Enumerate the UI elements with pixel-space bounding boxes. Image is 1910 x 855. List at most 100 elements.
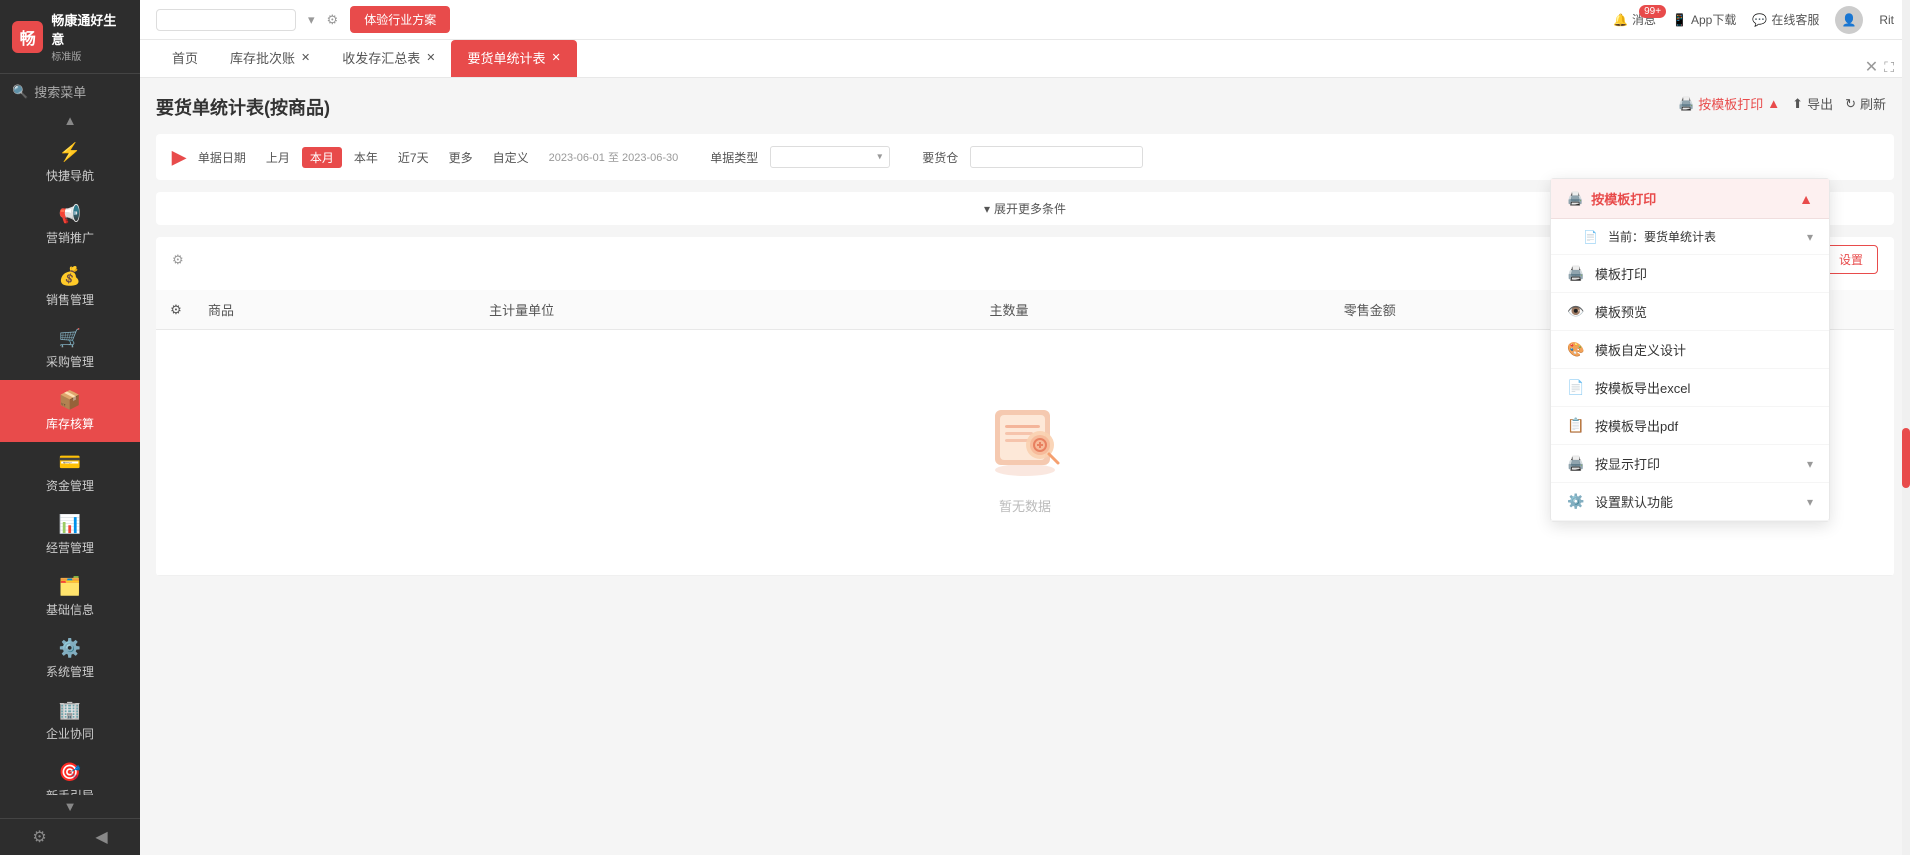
display-print-icon: 🖨️ [1567,455,1585,472]
page-title: 要货单统计表(按商品) [156,94,1894,120]
tabbar: 首页 库存批次账 ✕ 收发存汇总表 ✕ 要货单统计表 ✕ ✕ ⛶ [140,40,1910,78]
empty-illustration [975,390,1075,480]
app-download-item[interactable]: 📱 App下载 [1672,11,1736,28]
scrollbar[interactable] [1902,0,1910,855]
sidebar-item-label: 资金管理 [46,477,94,494]
date-btn-last-month[interactable]: 上月 [258,147,298,168]
avatar[interactable]: 👤 [1835,6,1863,34]
type-filter-wrapper: ▾ [770,146,890,168]
logo-title: 畅康通好生意 [51,10,128,48]
template-export-pdf-icon: 📋 [1567,417,1585,434]
empty-text: 暂无数据 [999,496,1051,515]
topbar-right: 🔔 消息 99+ 📱 App下载 💬 在线客服 👤 Rit [1613,6,1894,34]
topbar-gear-icon[interactable]: ⚙ [327,12,339,28]
date-btn-custom[interactable]: 自定义 [485,147,537,168]
template-print-item[interactable]: 🖨️ 模板打印 [1551,255,1829,293]
search-icon: 🔍 [12,84,28,100]
template-print-label: 模板打印 [1595,264,1647,283]
system-icon: ⚙️ [59,638,81,659]
sidebar-item-quick-nav[interactable]: ⚡ 快捷导航 [0,132,140,194]
sidebar-item-finance[interactable]: 💳 资金管理 [0,442,140,504]
sidebar-item-label: 快捷导航 [46,167,94,184]
settings-btn[interactable]: 设置 [1824,245,1878,274]
display-print-section[interactable]: 🖨️ 按显示打印 ▾ [1551,445,1829,483]
expand-more-btn[interactable]: ▾ 展开更多条件 [984,200,1066,217]
display-print-label: 按显示打印 [1595,454,1660,473]
sidebar-item-marketing[interactable]: 📢 营销推广 [0,194,140,256]
tab-home-label: 首页 [172,48,198,67]
tab-collection-summary-close[interactable]: ✕ [426,51,435,64]
basic-icon: 🗂️ [59,576,81,597]
template-preview-label: 模板预览 [1595,302,1647,321]
quick-nav-icon: ⚡ [59,142,81,163]
tab-order-stats-close[interactable]: ✕ [552,51,561,64]
sidebar-nav: ⚡ 快捷导航 📢 营销推广 💰 销售管理 🛒 采购管理 📦 库存核算 💳 资金管… [0,132,140,795]
tab-order-stats[interactable]: 要货单统计表 ✕ [451,40,576,77]
default-function-section[interactable]: ⚙️ 设置默认功能 ▾ [1551,483,1829,521]
sidebar-item-sales[interactable]: 💰 销售管理 [0,256,140,318]
sidebar-item-purchase[interactable]: 🛒 采购管理 [0,318,140,380]
topbar-search-input[interactable] [156,9,296,31]
date-btn-this-month[interactable]: 本月 [302,147,342,168]
template-export-excel-item[interactable]: 📄 按模板导出excel [1551,369,1829,407]
template-design-item[interactable]: 🎨 模板自定义设计 [1551,331,1829,369]
print-dropdown-collapse-icon[interactable]: ▲ [1799,191,1813,207]
template-export-pdf-item[interactable]: 📋 按模板导出pdf [1551,407,1829,445]
online-service-icon: 💬 [1752,13,1767,27]
sidebar-item-operations[interactable]: 📊 经营管理 [0,504,140,566]
refresh-btn[interactable]: ↻ 刷新 [1845,94,1886,113]
search-menu[interactable]: 🔍 搜索菜单 [0,74,140,109]
current-template-label: 当前：要货单统计表 [1608,228,1716,245]
tab-home[interactable]: 首页 [156,40,214,77]
filter-expand-icon[interactable]: ▶ [172,147,186,168]
scroll-down-btn[interactable]: ▼ [60,795,81,818]
tab-collection-summary[interactable]: 收发存汇总表 ✕ [326,40,451,77]
sidebar-item-guide[interactable]: 🎯 新手引导 [0,752,140,795]
notification-badge: 99+ [1639,5,1666,18]
guide-icon: 🎯 [59,762,81,783]
purchase-icon: 🛒 [59,328,81,349]
export-btn-label: 导出 [1807,94,1833,113]
scroll-up-btn[interactable]: ▲ [60,109,81,132]
notification-item[interactable]: 🔔 消息 99+ [1613,11,1656,28]
expand-more-icon: ▾ [984,202,990,216]
scroll-up[interactable]: ▲ [0,109,140,132]
sidebar-item-enterprise[interactable]: 🏢 企业协同 [0,690,140,752]
print-icon: 🖨️ [1567,191,1583,207]
date-filter-label: 单据日期 [198,149,246,166]
current-template-icon: 📄 [1583,230,1598,244]
tabbar-expand-icon[interactable]: ⛶ [1884,59,1894,76]
th-unit: 主计量单位 [477,290,977,330]
online-service-item[interactable]: 💬 在线客服 [1752,11,1819,28]
scrollbar-thumb[interactable] [1902,428,1910,488]
toolbar-gear-icon[interactable]: ⚙ [172,252,184,268]
type-filter-select[interactable] [770,146,890,168]
sidebar-item-label: 企业协同 [46,725,94,742]
date-btn-this-year[interactable]: 本年 [346,147,386,168]
sidebar-bottom: ⚙ ◀ [0,818,140,855]
date-btn-7days[interactable]: 近7天 [390,147,437,168]
filter-panel: ▶ 单据日期 上月 本月 本年 近7天 更多 自定义 2023-06-01 至 … [156,134,1894,180]
date-range-display: 2023-06-01 至 2023-06-30 [549,149,679,165]
print-current-template[interactable]: 📄 当前：要货单统计表 ▾ [1551,219,1829,255]
settings-bottom-btn[interactable]: ⚙ [32,827,46,847]
sidebar-item-inventory[interactable]: 📦 库存核算 [0,380,140,442]
warehouse-filter-input[interactable] [970,146,1143,168]
online-service-label: 在线客服 [1771,11,1819,28]
collapse-btn[interactable]: ◀ [95,827,107,847]
tab-batch-accounts-close[interactable]: ✕ [301,51,310,64]
trial-btn[interactable]: 体验行业方案 [350,6,450,33]
tabbar-close-icon[interactable]: ✕ [1865,57,1878,77]
export-btn[interactable]: ⬆ 导出 [1792,94,1833,113]
dropdown-chevron-icon[interactable]: ▾ [308,12,315,28]
date-btn-more[interactable]: 更多 [441,147,481,168]
tab-batch-accounts[interactable]: 库存批次账 ✕ [214,40,326,77]
print-btn[interactable]: 🖨️ 按模板打印 ▲ [1678,94,1780,113]
notification-icon: 🔔 [1613,13,1628,27]
current-template-arrow: ▾ [1807,230,1813,244]
scroll-down[interactable]: ▼ [0,795,140,818]
template-print-icon: 🖨️ [1567,265,1585,282]
sidebar-item-basic[interactable]: 🗂️ 基础信息 [0,566,140,628]
sidebar-item-system[interactable]: ⚙️ 系统管理 [0,628,140,690]
template-preview-item[interactable]: 👁️ 模板预览 [1551,293,1829,331]
